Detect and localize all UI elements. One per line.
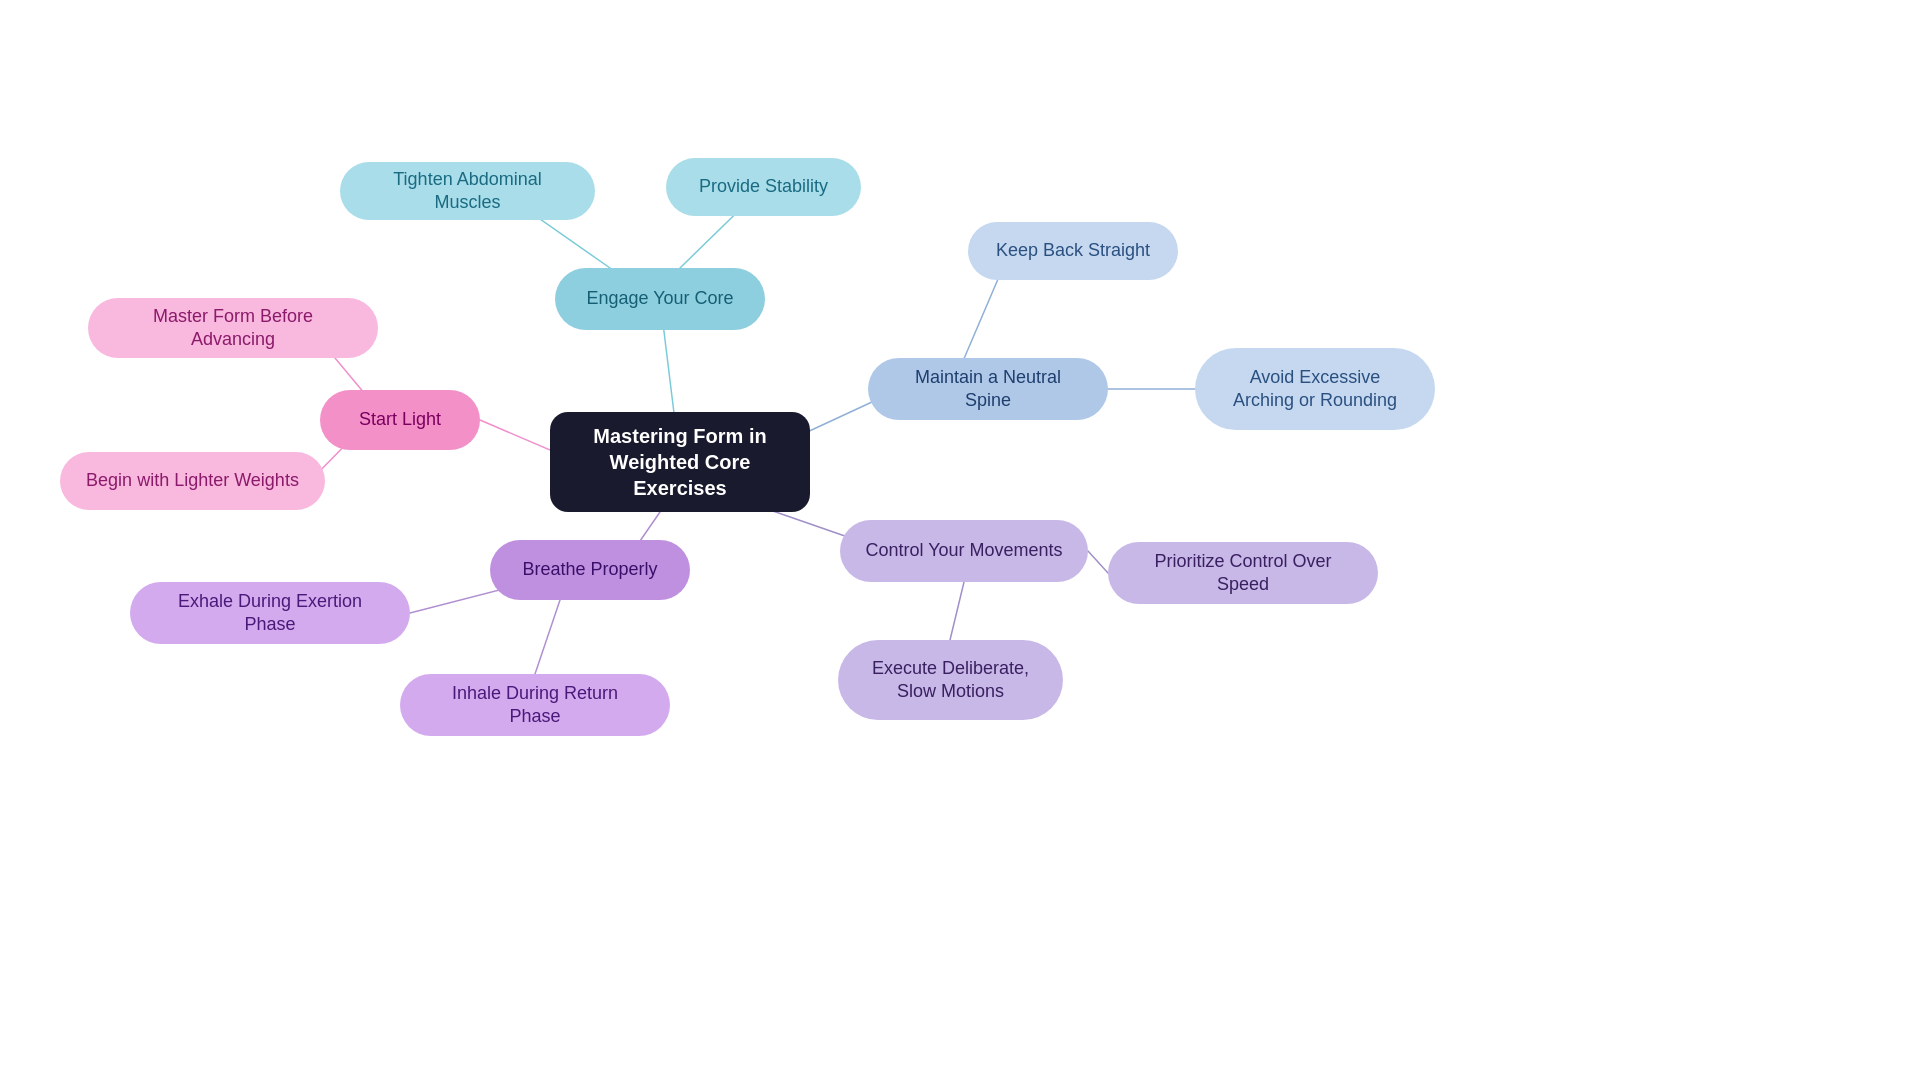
begin-lighter-node: Begin with Lighter Weights xyxy=(60,452,325,510)
center-label: Mastering Form in Weighted Core Exercise… xyxy=(574,423,786,501)
exhale-exertion-label: Exhale During Exertion Phase xyxy=(154,590,386,637)
control-movements-node: Control Your Movements xyxy=(840,520,1088,582)
keep-back-straight-node: Keep Back Straight xyxy=(968,222,1178,280)
master-form-node: Master Form Before Advancing xyxy=(88,298,378,358)
prioritize-control-label: Prioritize Control Over Speed xyxy=(1132,550,1354,597)
control-movements-label: Control Your Movements xyxy=(865,539,1062,562)
svg-line-13 xyxy=(1088,551,1108,573)
avoid-excessive-label: Avoid Excessive Arching or Rounding xyxy=(1219,366,1411,413)
svg-line-11 xyxy=(535,600,560,674)
prioritize-control-node: Prioritize Control Over Speed xyxy=(1108,542,1378,604)
start-light-label: Start Light xyxy=(359,408,441,431)
breathe-properly-label: Breathe Properly xyxy=(522,558,657,581)
engage-core-node: Engage Your Core xyxy=(555,268,765,330)
start-light-node: Start Light xyxy=(320,390,480,450)
tighten-abdominal-node: Tighten Abdominal Muscles xyxy=(340,162,595,220)
inhale-return-label: Inhale During Return Phase xyxy=(424,682,646,729)
provide-stability-label: Provide Stability xyxy=(699,175,828,198)
execute-deliberate-node: Execute Deliberate, Slow Motions xyxy=(838,640,1063,720)
tighten-abdominal-label: Tighten Abdominal Muscles xyxy=(364,168,571,215)
execute-deliberate-label: Execute Deliberate, Slow Motions xyxy=(862,657,1039,704)
neutral-spine-node: Maintain a Neutral Spine xyxy=(868,358,1108,420)
center-node: Mastering Form in Weighted Core Exercise… xyxy=(550,412,810,512)
svg-line-14 xyxy=(950,582,964,640)
neutral-spine-label: Maintain a Neutral Spine xyxy=(892,366,1084,413)
keep-back-straight-label: Keep Back Straight xyxy=(996,239,1150,262)
inhale-return-node: Inhale During Return Phase xyxy=(400,674,670,736)
master-form-label: Master Form Before Advancing xyxy=(112,305,354,352)
provide-stability-node: Provide Stability xyxy=(666,158,861,216)
exhale-exertion-node: Exhale During Exertion Phase xyxy=(130,582,410,644)
begin-lighter-label: Begin with Lighter Weights xyxy=(86,469,299,492)
breathe-properly-node: Breathe Properly xyxy=(490,540,690,600)
avoid-excessive-node: Avoid Excessive Arching or Rounding xyxy=(1195,348,1435,430)
engage-core-label: Engage Your Core xyxy=(586,287,733,310)
